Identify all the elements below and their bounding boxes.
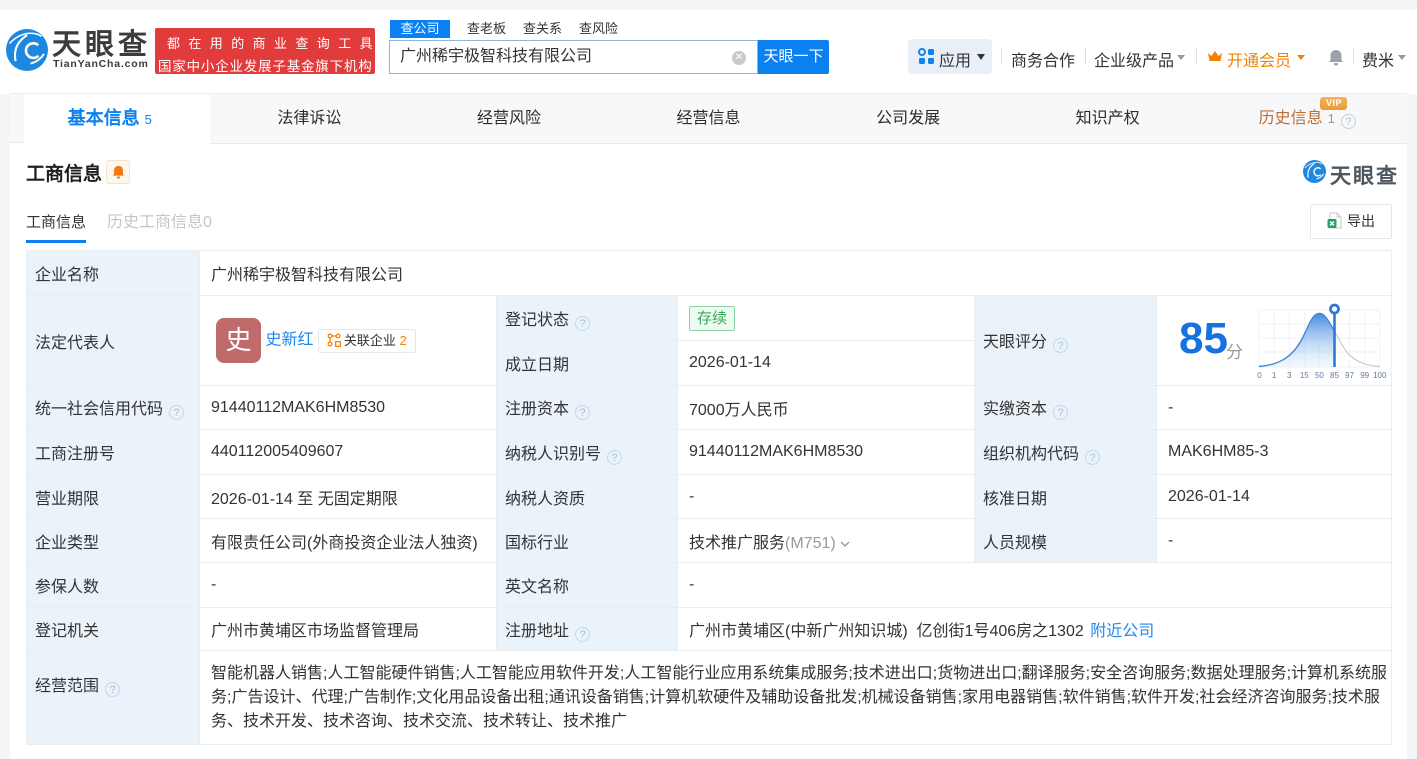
svg-text:0: 0	[1257, 371, 1262, 380]
svg-text:3: 3	[1287, 371, 1292, 380]
svg-text:97: 97	[1345, 371, 1354, 380]
svg-text:100: 100	[1373, 371, 1387, 380]
svg-text:1: 1	[1272, 371, 1277, 380]
svg-text:99: 99	[1360, 371, 1369, 380]
svg-text:50: 50	[1315, 371, 1324, 380]
svg-text:15: 15	[1300, 371, 1309, 380]
svg-text:85: 85	[1330, 371, 1339, 380]
